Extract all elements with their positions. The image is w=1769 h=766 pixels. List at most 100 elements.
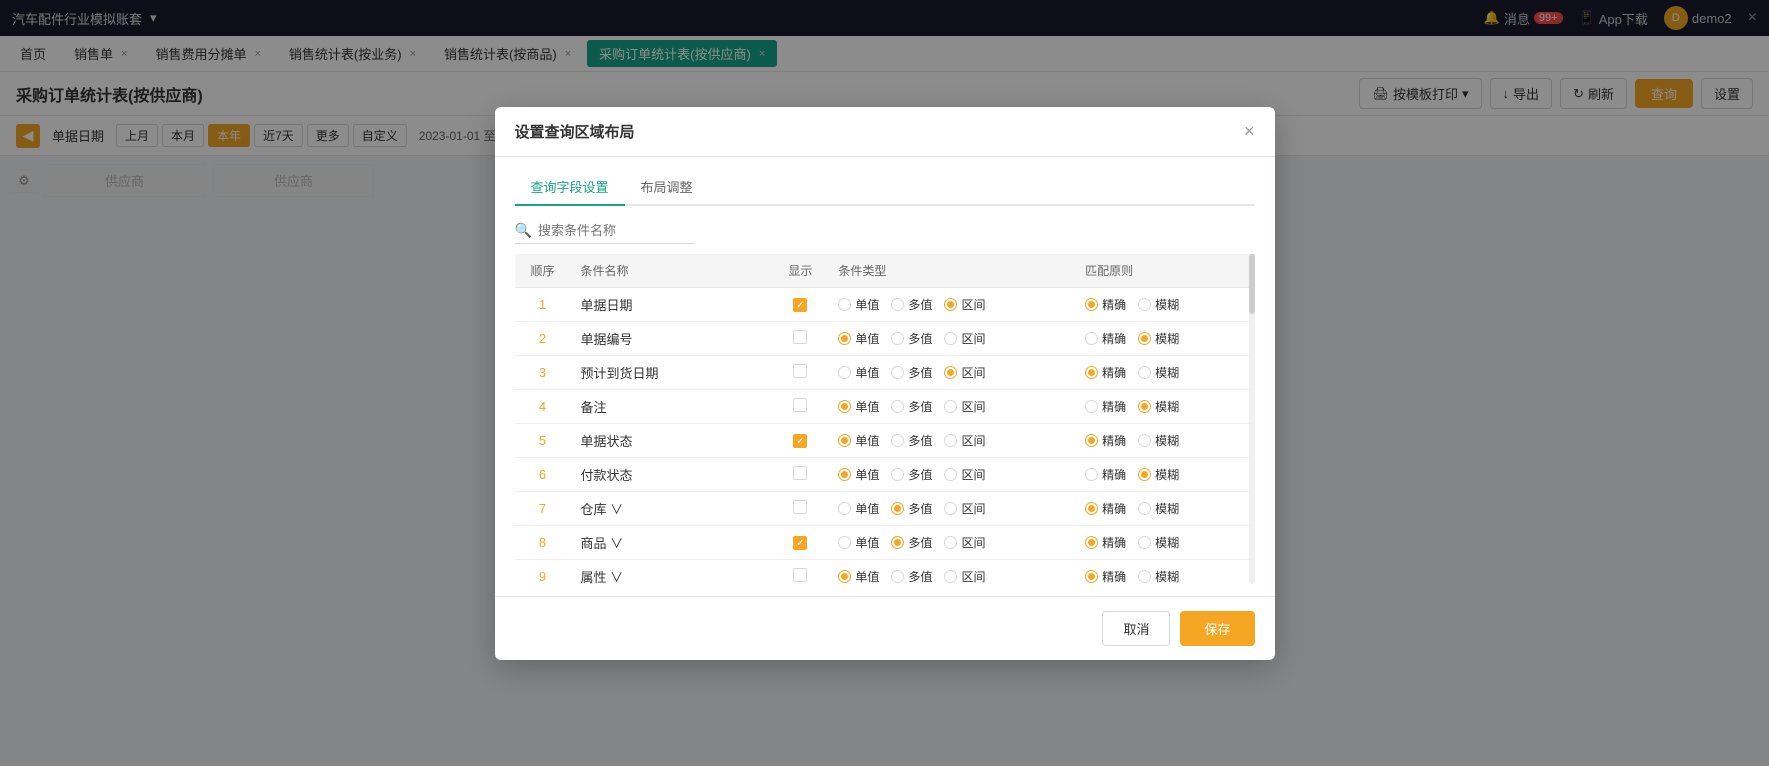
cell-name-4: 备注 [571,389,773,423]
modal-tab-query-fields[interactable]: 查询字段设置 [515,169,625,206]
modal-tab-layout[interactable]: 布局调整 [625,169,709,206]
checkbox-display-8[interactable] [793,536,807,550]
radio-type-多值-6[interactable]: 多值 [891,466,932,483]
cell-name-7: 仓库 ∨ [571,491,773,525]
radio-type-单值-8[interactable]: 单值 [838,534,879,551]
radio-type-多值-3[interactable]: 多值 [891,364,932,381]
checkbox-display-2[interactable] [793,330,807,344]
radio-type-区间-3[interactable]: 区间 [944,364,985,381]
radio-match-精确-2[interactable]: 精确 [1085,330,1126,347]
radio-type-多值-5[interactable]: 多值 [891,432,932,449]
radio-type-单值-3[interactable]: 单值 [838,364,879,381]
checkbox-display-6[interactable] [793,466,807,480]
radio-type-多值-2[interactable]: 多值 [891,330,932,347]
radio-match-模糊-9[interactable]: 模糊 [1138,568,1179,584]
radio-circle-icon [891,298,904,311]
radio-type-区间-4[interactable]: 区间 [944,398,985,415]
radio-match-模糊-2[interactable]: 模糊 [1138,330,1179,347]
cell-order-4: 4 [515,389,571,423]
cell-match-8: 精确模糊 [1075,525,1254,559]
radio-circle-icon [891,400,904,413]
radio-type-区间-2[interactable]: 区间 [944,330,985,347]
radio-match-模糊-4[interactable]: 模糊 [1138,398,1179,415]
cell-name-3: 预计到货日期 [571,355,773,389]
modal-close-button[interactable]: × [1244,122,1255,140]
radio-type-区间-7[interactable]: 区间 [944,500,985,517]
checkbox-display-1[interactable] [793,298,807,312]
modal-dialog: 设置查询区域布局 × 查询字段设置 布局调整 🔍 [495,107,1275,660]
radio-match-精确-5[interactable]: 精确 [1085,432,1126,449]
radio-type-区间-1[interactable]: 区间 [944,296,985,313]
radio-type-单值-9[interactable]: 单值 [838,568,879,584]
radio-match-精确-1[interactable]: 精确 [1085,296,1126,313]
radio-circle-icon [1138,298,1151,311]
radio-match-模糊-8[interactable]: 模糊 [1138,534,1179,551]
radio-type-多值-7[interactable]: 多值 [891,500,932,517]
radio-type-多值-8[interactable]: 多值 [891,534,932,551]
cell-order-7: 7 [515,491,571,525]
radio-match-精确-4[interactable]: 精确 [1085,398,1126,415]
cell-type-1: 单值多值区间 [828,287,1075,321]
checkbox-display-5[interactable] [793,434,807,448]
search-input[interactable] [538,223,714,238]
radio-match-模糊-7[interactable]: 模糊 [1138,500,1179,517]
radio-type-单值-4[interactable]: 单值 [838,398,879,415]
checkbox-display-4[interactable] [793,398,807,412]
radio-match-模糊-1[interactable]: 模糊 [1138,296,1179,313]
radio-type-单值-7[interactable]: 单值 [838,500,879,517]
radio-circle-icon [1085,502,1098,515]
radio-circle-icon [944,434,957,447]
checkbox-display-9[interactable] [793,568,807,582]
radio-match-模糊-3[interactable]: 模糊 [1138,364,1179,381]
cell-display-3[interactable] [772,355,828,389]
cell-display-8[interactable] [772,525,828,559]
radio-type-单值-6[interactable]: 单值 [838,466,879,483]
radio-circle-icon [838,298,851,311]
radio-circle-icon [891,536,904,549]
cell-order-1: 1 [515,287,571,321]
cancel-button[interactable]: 取消 [1102,611,1170,646]
radio-type-单值-1[interactable]: 单值 [838,296,879,313]
radio-type-多值-9[interactable]: 多值 [891,568,932,584]
col-match: 匹配原则 [1075,254,1254,288]
checkbox-display-3[interactable] [793,364,807,378]
radio-type-多值-1[interactable]: 多值 [891,296,932,313]
radio-type-单值-5[interactable]: 单值 [838,432,879,449]
scrollbar-thumb[interactable] [1249,254,1255,314]
radio-match-精确-7[interactable]: 精确 [1085,500,1126,517]
radio-type-区间-9[interactable]: 区间 [944,568,985,584]
checkbox-display-7[interactable] [793,500,807,514]
radio-circle-icon [838,570,851,583]
table-row: 7仓库 ∨ 单值多值区间 精确模糊 [515,491,1255,525]
radio-match-精确-6[interactable]: 精确 [1085,466,1126,483]
radio-match-模糊-6[interactable]: 模糊 [1138,466,1179,483]
cell-display-7[interactable] [772,491,828,525]
save-button[interactable]: 保存 [1180,611,1254,646]
radio-circle-icon [1138,366,1151,379]
cell-type-5: 单值多值区间 [828,423,1075,457]
radio-type-多值-4[interactable]: 多值 [891,398,932,415]
radio-match-模糊-5[interactable]: 模糊 [1138,432,1179,449]
radio-circle-icon [944,502,957,515]
cell-display-1[interactable] [772,287,828,321]
radio-type-区间-6[interactable]: 区间 [944,466,985,483]
table-row: 1单据日期单值多值区间精确模糊 [515,287,1255,321]
radio-circle-icon [944,298,957,311]
table-header-row: 顺序 条件名称 显示 条件类型 匹配原则 [515,254,1255,288]
radio-circle-icon [838,468,851,481]
cell-order-5: 5 [515,423,571,457]
radio-type-单值-2[interactable]: 单值 [838,330,879,347]
cell-display-5[interactable] [772,423,828,457]
cell-display-4[interactable] [772,389,828,423]
cell-display-6[interactable] [772,457,828,491]
radio-match-精确-3[interactable]: 精确 [1085,364,1126,381]
radio-type-区间-8[interactable]: 区间 [944,534,985,551]
radio-type-区间-5[interactable]: 区间 [944,432,985,449]
radio-match-精确-8[interactable]: 精确 [1085,534,1126,551]
cell-order-6: 6 [515,457,571,491]
cell-display-9[interactable] [772,559,828,584]
cell-display-2[interactable] [772,321,828,355]
cell-type-8: 单值多值区间 [828,525,1075,559]
table-scroll-area[interactable]: 顺序 条件名称 显示 条件类型 匹配原则 1单据日期单值多值区间精确模糊2单据编… [515,254,1255,584]
radio-match-精确-9[interactable]: 精确 [1085,568,1126,584]
